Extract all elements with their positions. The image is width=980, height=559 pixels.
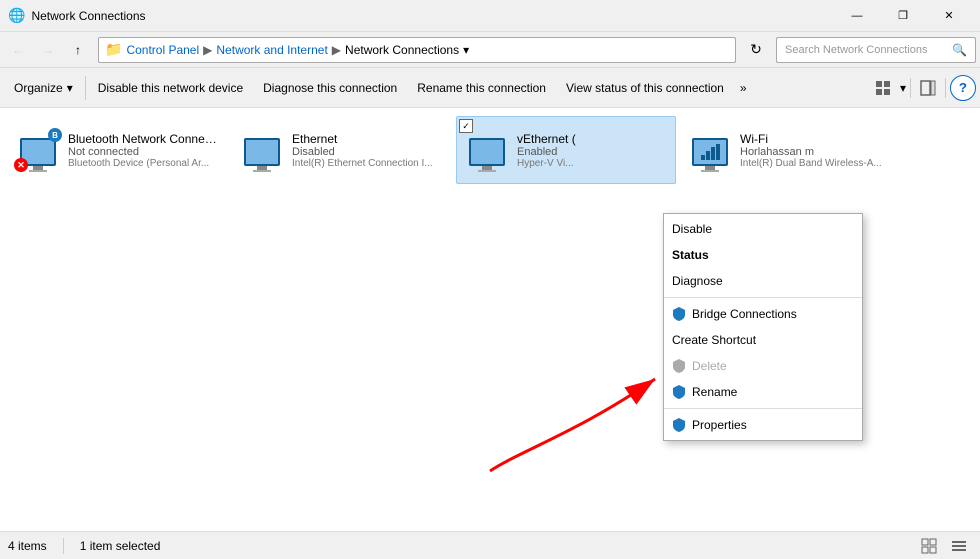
checkbox-selected: ✓ xyxy=(459,119,473,133)
toolbar-separator-2 xyxy=(910,78,911,98)
bluetooth-icon: ✕ B xyxy=(16,128,60,172)
context-menu: Disable Status Diagnose Bridge Connectio… xyxy=(663,213,863,441)
rename-button[interactable]: Rename this connection xyxy=(407,70,556,106)
maximize-button[interactable]: ❐ xyxy=(880,0,926,32)
organize-button[interactable]: Organize ▾ xyxy=(4,70,83,106)
ethernet-status: Disabled xyxy=(292,146,444,158)
delete-shield-icon xyxy=(672,359,686,373)
organize-dropdown-icon: ▾ xyxy=(67,81,73,95)
bluetooth-info: Bluetooth Network Connection Not connect… xyxy=(68,132,220,169)
toolbar-separator-3 xyxy=(945,78,946,98)
bluetooth-device: Bluetooth Device (Personal Ar... xyxy=(68,158,220,169)
main-content: ✕ B Bluetooth Network Connection Not con… xyxy=(0,108,980,531)
wifi-status: Horlahassan m xyxy=(740,146,892,158)
rename-label: Rename this connection xyxy=(417,81,546,95)
disable-label: Disable this network device xyxy=(98,81,243,95)
ethernet-icon xyxy=(240,128,284,172)
context-menu-properties[interactable]: Properties xyxy=(664,412,862,438)
help-button[interactable]: ? xyxy=(950,75,976,101)
context-menu-delete[interactable]: Delete xyxy=(664,353,862,379)
network-item-vethernet[interactable]: ✓ vEthernet ( Enabled Hyper-V Vi... xyxy=(456,116,676,184)
title-bar: 🌐 Network Connections — ❐ ✕ xyxy=(0,0,980,32)
refresh-button[interactable]: ↻ xyxy=(742,36,770,64)
context-bridge-label: Bridge Connections xyxy=(692,307,797,321)
network-item-wifi[interactable]: Wi-Fi Horlahassan m Intel(R) Dual Band W… xyxy=(680,116,900,184)
diagnose-button[interactable]: Diagnose this connection xyxy=(253,70,407,106)
selected-count: 1 item selected xyxy=(80,539,161,553)
breadcrumb-network-internet[interactable]: Network and Internet xyxy=(216,43,327,57)
address-box[interactable]: 📁 Control Panel ▶ Network and Internet ▶… xyxy=(98,37,736,63)
search-icon: 🔍 xyxy=(952,43,967,57)
forward-button[interactable]: → xyxy=(34,36,62,64)
more-icon: » xyxy=(740,81,747,95)
context-separator-2 xyxy=(664,408,862,409)
context-menu-status[interactable]: Status xyxy=(664,242,862,268)
vethernet-name: vEthernet ( xyxy=(517,132,667,146)
address-bar: ← → ↑ 📁 Control Panel ▶ Network and Inte… xyxy=(0,32,980,68)
status-grid-view[interactable] xyxy=(916,533,942,559)
minimize-button[interactable]: — xyxy=(834,0,880,32)
ethernet-device: Intel(R) Ethernet Connection I... xyxy=(292,158,444,169)
ethernet-name: Ethernet xyxy=(292,132,444,146)
context-shortcut-label: Create Shortcut xyxy=(672,333,756,347)
view-status-button[interactable]: View status of this connection xyxy=(556,70,734,106)
breadcrumb-dropdown[interactable]: ▾ xyxy=(463,43,469,57)
window-title: Network Connections xyxy=(31,9,834,23)
context-separator-1 xyxy=(664,297,862,298)
toolbar-separator-1 xyxy=(85,76,86,100)
item-count: 4 items xyxy=(8,539,47,553)
view-status-label: View status of this connection xyxy=(566,81,724,95)
properties-shield-icon xyxy=(672,418,686,432)
toolbar: Organize ▾ Disable this network device D… xyxy=(0,68,980,108)
context-diagnose-label: Diagnose xyxy=(672,274,723,288)
vethernet-icon xyxy=(465,128,509,172)
breadcrumb-sep1: ▶ xyxy=(203,43,212,57)
search-placeholder: Search Network Connections xyxy=(785,44,927,56)
vethernet-info: vEthernet ( Enabled Hyper-V Vi... xyxy=(517,132,667,169)
folder-icon: 📁 xyxy=(105,41,122,58)
context-disable-label: Disable xyxy=(672,222,712,236)
diagnose-label: Diagnose this connection xyxy=(263,81,397,95)
breadcrumb-sep2: ▶ xyxy=(332,43,341,57)
context-menu-disable[interactable]: Disable xyxy=(664,216,862,242)
disable-button[interactable]: Disable this network device xyxy=(88,70,253,106)
change-view-button[interactable] xyxy=(870,75,896,101)
wifi-device: Intel(R) Dual Band Wireless-A... xyxy=(740,158,892,169)
breadcrumb-control-panel[interactable]: Control Panel xyxy=(126,43,199,57)
search-box[interactable]: Search Network Connections 🔍 xyxy=(776,37,976,63)
view-dropdown-icon: ▾ xyxy=(900,81,906,95)
breadcrumb-network-connections: Network Connections xyxy=(345,43,459,57)
up-button[interactable]: ↑ xyxy=(64,36,92,64)
context-menu-shortcut[interactable]: Create Shortcut xyxy=(664,327,862,353)
status-separator xyxy=(63,538,64,554)
network-item-bluetooth[interactable]: ✕ B Bluetooth Network Connection Not con… xyxy=(8,116,228,184)
bluetooth-status: Not connected xyxy=(68,146,220,158)
status-bar: 4 items 1 item selected xyxy=(0,531,980,559)
organize-label: Organize xyxy=(14,81,63,95)
wifi-name: Wi-Fi xyxy=(740,132,892,146)
preview-pane-button[interactable] xyxy=(915,75,941,101)
close-button[interactable]: ✕ xyxy=(926,0,972,32)
window-icon: 🌐 xyxy=(8,7,25,24)
bluetooth-name: Bluetooth Network Connection xyxy=(68,132,220,146)
vethernet-device: Hyper-V Vi... xyxy=(517,158,667,169)
context-menu-diagnose[interactable]: Diagnose xyxy=(664,268,862,294)
context-rename-label: Rename xyxy=(692,385,737,399)
vethernet-status: Enabled xyxy=(517,146,667,158)
context-menu-bridge[interactable]: Bridge Connections xyxy=(664,301,862,327)
network-item-ethernet[interactable]: Ethernet Disabled Intel(R) Ethernet Conn… xyxy=(232,116,452,184)
wifi-icon xyxy=(688,128,732,172)
context-status-label: Status xyxy=(672,248,709,262)
rename-shield-icon xyxy=(672,385,686,399)
wifi-info: Wi-Fi Horlahassan m Intel(R) Dual Band W… xyxy=(740,132,892,169)
status-list-view[interactable] xyxy=(946,533,972,559)
more-button[interactable]: » xyxy=(734,70,753,106)
context-properties-label: Properties xyxy=(692,418,747,432)
status-view-controls xyxy=(916,533,972,559)
context-delete-label: Delete xyxy=(692,359,727,373)
bridge-shield-icon xyxy=(672,307,686,321)
ethernet-info: Ethernet Disabled Intel(R) Ethernet Conn… xyxy=(292,132,444,169)
context-menu-rename[interactable]: Rename xyxy=(664,379,862,405)
back-button[interactable]: ← xyxy=(4,36,32,64)
